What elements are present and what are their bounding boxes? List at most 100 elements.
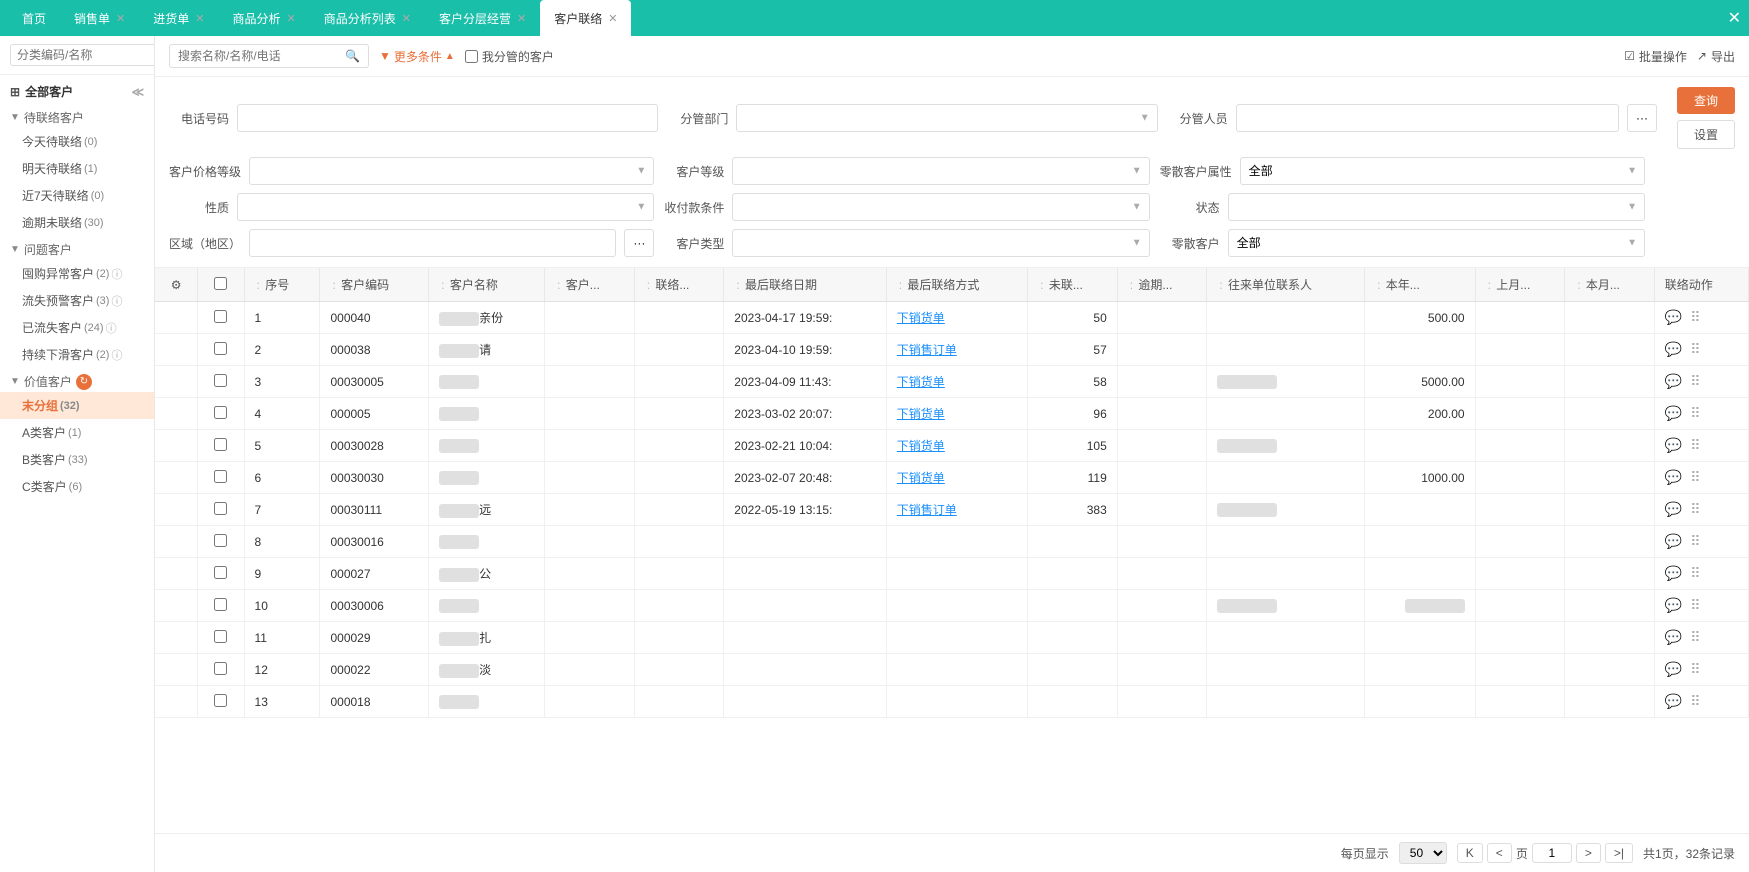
price-level-select[interactable] (249, 157, 654, 185)
action-cell[interactable]: 💬⠿ (1654, 398, 1748, 430)
table-cell[interactable] (886, 654, 1027, 686)
nature-select[interactable] (237, 193, 654, 221)
more-icon[interactable]: ⠿ (1690, 629, 1700, 646)
sidebar-search-input[interactable] (10, 44, 155, 66)
first-page-btn[interactable]: K (1457, 843, 1483, 863)
cust-level-select[interactable] (732, 157, 1149, 185)
sidebar-item-overdue[interactable]: 逾期未联络(30) (0, 209, 154, 236)
my-customers-checkbox[interactable]: 我分管的客户 (465, 48, 554, 65)
table-cell[interactable] (198, 302, 244, 334)
table-cell[interactable]: 下销售订单 (886, 494, 1027, 526)
table-cell[interactable] (198, 494, 244, 526)
close-icon[interactable]: ✕ (517, 12, 526, 25)
close-icon[interactable]: ✕ (195, 12, 204, 25)
my-customers-check[interactable] (465, 50, 478, 63)
action-cell[interactable]: 💬⠿ (1654, 366, 1748, 398)
table-cell[interactable] (198, 558, 244, 590)
action-cell[interactable]: 💬⠿ (1654, 302, 1748, 334)
search-input[interactable] (178, 49, 345, 63)
close-all-tabs[interactable]: ✕ (1728, 8, 1741, 28)
table-cell[interactable] (198, 622, 244, 654)
phone-input[interactable] (237, 104, 658, 132)
action-cell[interactable]: 💬⠿ (1654, 462, 1748, 494)
more-icon[interactable]: ⠿ (1690, 533, 1700, 550)
action-cell[interactable]: 💬⠿ (1654, 686, 1748, 718)
more-icon[interactable]: ⠿ (1690, 597, 1700, 614)
col-settings[interactable]: ⚙ (155, 268, 198, 302)
chat-icon[interactable]: 💬 (1665, 693, 1682, 710)
chat-icon[interactable]: 💬 (1665, 661, 1682, 678)
tab-purchase[interactable]: 进货单 ✕ (139, 0, 218, 36)
tab-customer-contact[interactable]: 客户联络 ✕ (540, 0, 631, 36)
close-icon[interactable]: ✕ (287, 12, 296, 25)
page-number-input[interactable] (1532, 843, 1572, 863)
dept-select[interactable] (736, 104, 1157, 132)
table-cell[interactable] (198, 366, 244, 398)
table-cell[interactable]: 下销货单 (886, 430, 1027, 462)
manager-input[interactable] (1236, 104, 1619, 132)
sidebar-item-today[interactable]: 今天待联络(0) (0, 128, 154, 155)
select-all-checkbox[interactable] (214, 277, 227, 290)
region-dots-btn[interactable]: ··· (624, 229, 654, 257)
more-icon[interactable]: ⠿ (1690, 693, 1700, 710)
action-cell[interactable]: 💬⠿ (1654, 334, 1748, 366)
chat-icon[interactable]: 💬 (1665, 501, 1682, 518)
table-cell[interactable] (886, 622, 1027, 654)
table-cell[interactable] (886, 558, 1027, 590)
more-icon[interactable]: ⠿ (1690, 437, 1700, 454)
tab-product-analysis[interactable]: 商品分析 ✕ (218, 0, 309, 36)
sidebar-item-classC[interactable]: C类客户(6) (0, 473, 154, 500)
sidebar-item-classA[interactable]: A类客户(1) (0, 419, 154, 446)
cust-type-select[interactable] (732, 229, 1149, 257)
chat-icon[interactable]: 💬 (1665, 373, 1682, 390)
action-cell[interactable]: 💬⠿ (1654, 654, 1748, 686)
table-cell[interactable] (198, 686, 244, 718)
table-cell[interactable] (886, 686, 1027, 718)
table-cell[interactable] (886, 590, 1027, 622)
table-cell[interactable] (198, 526, 244, 558)
all-customers-header[interactable]: ⊞ 全部客户 ≪ (0, 75, 154, 104)
close-icon[interactable]: ✕ (402, 12, 411, 25)
query-button[interactable]: 查询 (1677, 87, 1735, 114)
more-icon[interactable]: ⠿ (1690, 373, 1700, 390)
more-icon[interactable]: ⠿ (1690, 501, 1700, 518)
table-cell[interactable]: 下销货单 (886, 302, 1027, 334)
tab-sales[interactable]: 销售单 ✕ (60, 0, 139, 36)
tab-home[interactable]: 首页 (8, 0, 60, 36)
action-cell[interactable]: 💬⠿ (1654, 558, 1748, 590)
batch-op-button[interactable]: ☑ 批量操作 (1624, 48, 1687, 65)
action-cell[interactable]: 💬⠿ (1654, 590, 1748, 622)
reset-button[interactable]: 设置 (1677, 120, 1735, 149)
chat-icon[interactable]: 💬 (1665, 533, 1682, 550)
action-cell[interactable]: 💬⠿ (1654, 622, 1748, 654)
more-icon[interactable]: ⠿ (1690, 309, 1700, 326)
table-cell[interactable] (198, 590, 244, 622)
refresh-badge[interactable]: ↻ (76, 374, 92, 390)
action-cell[interactable]: 💬⠿ (1654, 494, 1748, 526)
chat-icon[interactable]: 💬 (1665, 405, 1682, 422)
more-icon[interactable]: ⠿ (1690, 341, 1700, 358)
next-page-btn[interactable]: > (1576, 843, 1601, 863)
tab-product-analysis-list[interactable]: 商品分析列表 ✕ (310, 0, 425, 36)
sidebar-item-classB[interactable]: B类客户(33) (0, 446, 154, 473)
action-cell[interactable]: 💬⠿ (1654, 526, 1748, 558)
table-cell[interactable] (886, 526, 1027, 558)
chat-icon[interactable]: 💬 (1665, 309, 1682, 326)
export-button[interactable]: ↗ 导出 (1697, 48, 1735, 65)
sidebar-item-churn-risk[interactable]: 流失预警客户(3) ⓘ (0, 287, 154, 314)
table-cell[interactable] (198, 654, 244, 686)
chat-icon[interactable]: 💬 (1665, 565, 1682, 582)
table-cell[interactable] (198, 462, 244, 494)
tab-customer-segment[interactable]: 客户分层经营 ✕ (425, 0, 540, 36)
sidebar-item-ungroup[interactable]: 末分组(32) (0, 392, 154, 419)
close-icon[interactable]: ✕ (116, 12, 125, 25)
last-page-btn[interactable]: >| (1605, 843, 1633, 863)
close-icon[interactable]: ✕ (608, 12, 617, 25)
chat-icon[interactable]: 💬 (1665, 437, 1682, 454)
manager-dots-btn[interactable]: ··· (1627, 104, 1657, 132)
retail-cust-select[interactable]: 全部 (1228, 229, 1645, 257)
sidebar-item-tomorrow[interactable]: 明天待联络(1) (0, 155, 154, 182)
table-cell[interactable] (198, 334, 244, 366)
table-cell[interactable]: 下销货单 (886, 462, 1027, 494)
sidebar-item-churned[interactable]: 已流失客户(24) ⓘ (0, 314, 154, 341)
